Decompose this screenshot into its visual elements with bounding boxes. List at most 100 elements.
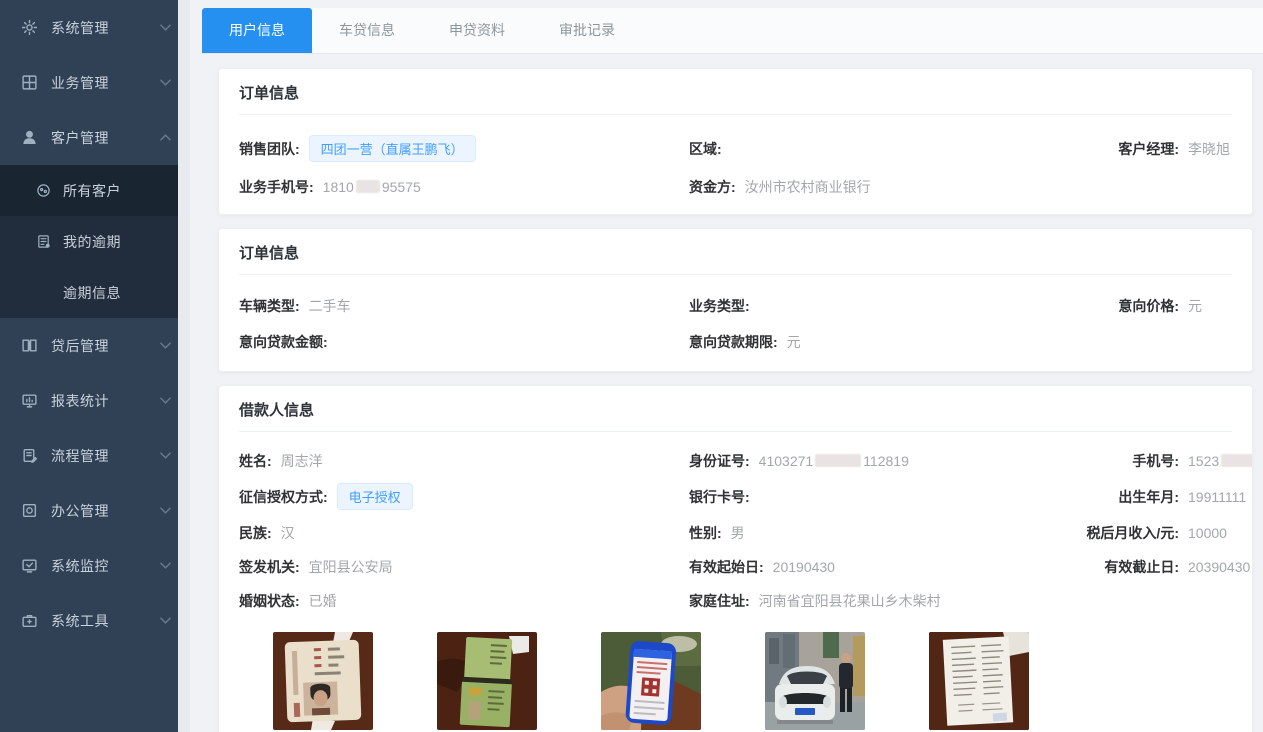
document-photo-thumbnail[interactable] (929, 632, 1029, 730)
card-title: 借款人信息 (239, 386, 1232, 420)
detail-tabbar: 用户信息 车贷信息 申贷资料 审批记录 (202, 8, 1263, 54)
chevron-down-icon (160, 452, 171, 459)
sales-team-tag[interactable]: 四团一营（直属王鹏飞） (309, 135, 476, 162)
sidebar-item-label: 系统工具 (51, 611, 160, 631)
sidebar-item-label: 系统管理 (51, 18, 160, 38)
tab-approval-records[interactable]: 审批记录 (532, 8, 642, 53)
field-vehicle-type: 车辆类型: 二手车 (239, 296, 689, 316)
page-scrollbar[interactable] (178, 0, 190, 732)
tab-loan-application-docs[interactable]: 申贷资料 (422, 8, 532, 53)
sidebar-item-postloan-management[interactable]: 贷后管理 (0, 318, 185, 373)
sidebar-item-label: 办公管理 (51, 501, 160, 521)
card-title: 订单信息 (239, 229, 1232, 263)
field-birth-date: 出生年月: 19911111 (1079, 487, 1246, 507)
card-title: 订单信息 (239, 69, 1232, 103)
chevron-down-icon (160, 617, 171, 624)
chevron-down-icon (160, 562, 171, 569)
field-name: 姓名: 周志洋 (239, 451, 689, 471)
order-info-card-2: 订单信息 车辆类型: 二手车 业务类型: 意向价格: 元 意向贷款金额: 意向贷… (218, 228, 1253, 372)
field-intent-loan-term: 意向贷款期限: 元 (689, 332, 1079, 352)
sidebar-item-office-management[interactable]: 办公管理 (0, 483, 185, 538)
sidebar-item-label: 报表统计 (51, 391, 160, 411)
archive-icon (21, 502, 38, 519)
sidebar: 系统管理 业务管理 客户管理 所有客户 我的逾期 逾期信息 (0, 0, 185, 732)
chevron-down-icon (160, 24, 171, 31)
sidebar-item-my-overdue[interactable]: 我的逾期 (0, 216, 185, 267)
chevron-down-icon (160, 342, 171, 349)
tab-car-loan-info[interactable]: 车贷信息 (312, 8, 422, 53)
field-business-phone: 业务手机号: 181095575 (239, 177, 689, 197)
chevron-down-icon (160, 397, 171, 404)
field-home-address: 家庭住址: 河南省宜阳县花果山乡木柴村 (689, 591, 1079, 611)
field-marital-status: 婚姻状态: 已婚 (239, 591, 689, 611)
photo-credit-auth-screen: 征信截图 (601, 632, 701, 732)
sidebar-item-label: 所有客户 (63, 181, 171, 201)
chevron-down-icon (160, 507, 171, 514)
field-valid-from: 有效起始日: 20190430 (689, 557, 1079, 577)
sidebar-item-label: 系统监控 (51, 556, 160, 576)
sidebar-item-system-tools[interactable]: 系统工具 (0, 593, 185, 648)
sidebar-item-label: 流程管理 (51, 446, 160, 466)
sidebar-item-label: 逾期信息 (63, 283, 171, 303)
sidebar-item-business-management[interactable]: 业务管理 (0, 55, 185, 110)
field-id-number: 身份证号: 4103271112819 (689, 451, 1079, 471)
credit-auth-tag[interactable]: 电子授权 (337, 483, 413, 510)
main-content: 用户信息 车贷信息 申贷资料 审批记录 订单信息 销售团队: 四团一营（直属王鹏… (190, 0, 1263, 732)
field-account-manager: 客户经理: 李晓旭 (1079, 139, 1232, 159)
users-icon (36, 182, 51, 199)
credit-auth-photo-thumbnail[interactable] (601, 632, 701, 730)
tab-user-info[interactable]: 用户信息 (202, 8, 312, 53)
redaction-patch (356, 180, 380, 193)
order-info-card-1: 订单信息 销售团队: 四团一营（直属王鹏飞） 区域: 客户经理: 李晓旭 业务手… (218, 68, 1253, 215)
sidebar-item-report-statistics[interactable]: 报表统计 (0, 373, 185, 428)
sidebar-item-customer-management[interactable]: 客户管理 (0, 110, 185, 165)
license-booklet-photo-thumbnail[interactable] (437, 632, 537, 730)
sidebar-item-label: 贷后管理 (51, 336, 160, 356)
toolbox-icon (21, 612, 38, 629)
redaction-patch (815, 454, 861, 467)
redaction-patch (1221, 454, 1253, 467)
customer-management-submenu: 所有客户 我的逾期 逾期信息 (0, 165, 185, 318)
sidebar-item-overdue-info[interactable]: 逾期信息 (0, 267, 185, 318)
field-region: 区域: (689, 139, 1079, 159)
field-intent-loan-amount: 意向贷款金额: (239, 332, 689, 352)
field-funder: 资金方: 汝州市农村商业银行 (689, 177, 1079, 197)
divider (239, 431, 1232, 432)
book-icon (21, 337, 38, 354)
sidebar-item-label: 我的逾期 (63, 232, 171, 252)
field-intent-price: 意向价格: 元 (1079, 296, 1232, 316)
notebook-icon (36, 233, 51, 250)
sidebar-item-system-monitor[interactable]: 系统监控 (0, 538, 185, 593)
monitor-icon (21, 392, 38, 409)
photo-license-booklet: 驾驶证照片 (437, 632, 537, 732)
field-ethnicity: 民族: 汉 (239, 523, 689, 543)
field-valid-to: 有效截止日: 20390430 (1079, 557, 1250, 577)
chevron-up-icon (160, 134, 171, 141)
gear-icon (21, 19, 38, 36)
chevron-down-icon (160, 79, 171, 86)
photo-person-with-car: 人车合影 (765, 632, 865, 732)
sidebar-item-all-customers[interactable]: 所有客户 (0, 165, 185, 216)
sidebar-item-process-management[interactable]: 流程管理 (0, 428, 185, 483)
id-card-photo-thumbnail[interactable] (273, 632, 373, 730)
monitor-check-icon (21, 557, 38, 574)
sidebar-item-label: 业务管理 (51, 73, 160, 93)
field-issuing-authority: 签发机关: 宜阳县公安局 (239, 557, 689, 577)
sidebar-item-label: 客户管理 (51, 128, 160, 148)
clipboard-edit-icon (21, 447, 38, 464)
field-credit-auth: 征信授权方式: 电子授权 (239, 483, 689, 510)
field-gender: 性别: 男 (689, 523, 1079, 543)
field-business-type: 业务类型: (689, 296, 1079, 316)
document-photo-row: 本人照 (273, 632, 1232, 732)
divider (239, 274, 1232, 275)
user-icon (21, 129, 38, 146)
grid-icon (21, 74, 38, 91)
divider (239, 114, 1232, 115)
photo-id-card: 本人照 (273, 632, 373, 732)
borrower-info-card: 借款人信息 姓名: 周志洋 身份证号: 4103271112819 手机号: 1… (218, 385, 1253, 732)
field-sales-team: 销售团队: 四团一营（直属王鹏飞） (239, 135, 689, 162)
person-car-photo-thumbnail[interactable] (765, 632, 865, 730)
photo-handwritten-document: 其他材料 (929, 632, 1029, 732)
field-mobile: 手机号: 15236137 (1079, 451, 1253, 471)
sidebar-item-system-management[interactable]: 系统管理 (0, 0, 185, 55)
